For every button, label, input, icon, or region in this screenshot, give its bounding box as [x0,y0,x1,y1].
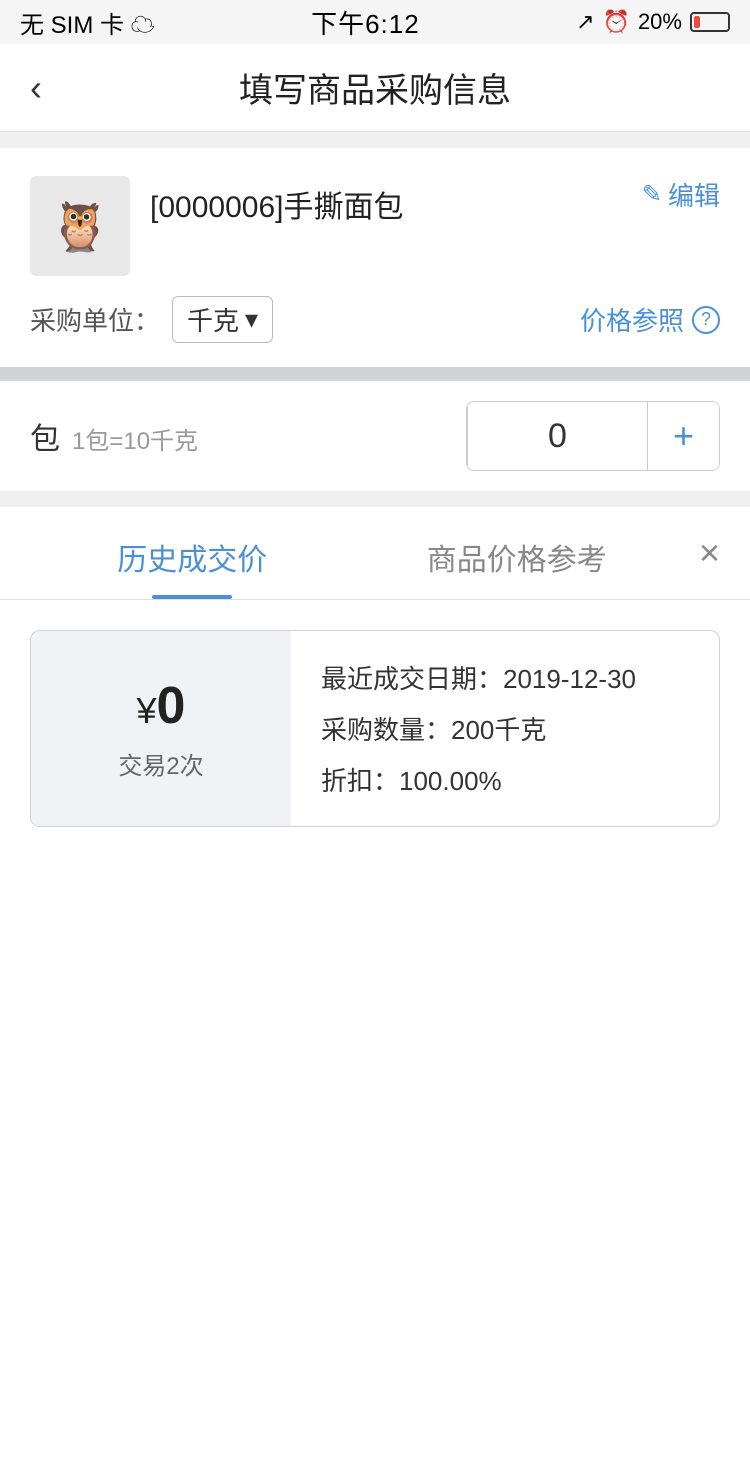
help-icon: ? [692,306,720,334]
card-quantity-row: 采购数量：200千克 [321,710,689,747]
price-symbol: ¥ [137,690,157,731]
edit-button[interactable]: ✎ 编辑 [642,176,720,213]
edit-icon: ✎ [642,180,662,209]
battery-percent: 20% [638,9,682,35]
price-value: 0 [157,677,186,735]
edit-label: 编辑 [668,176,720,213]
tabs-section: 历史成交价 商品价格参考 × [0,507,750,600]
nav-bar: ‹ 填写商品采购信息 [0,44,750,132]
purchase-unit-left: 采购单位： 千克 ▾ [30,296,273,343]
discount-value: 100.00% [399,766,502,796]
unit-dropdown[interactable]: 千克 ▾ [172,296,273,343]
recent-date-value: 2019-12-30 [503,664,636,694]
card-recent-date-row: 最近成交日期：2019-12-30 [321,659,689,696]
back-button[interactable]: ‹ [30,67,42,109]
tab-history-price[interactable]: 历史成交价 [30,507,354,599]
card-price-section: ¥0 交易2次 [31,631,291,826]
quantity-value: 200千克 [451,715,546,745]
product-thumbnail: 🦉 [30,176,130,276]
quantity-label: 包 1包=10千克 [30,414,198,458]
unit-value: 千克 [187,301,239,338]
card-transactions: 交易2次 [118,746,203,781]
dropdown-arrow-icon: ▾ [245,304,258,335]
quantity-section: 包 1包=10千克 0 + [0,381,750,491]
quantity-plus-button[interactable]: + [647,402,719,470]
history-content: ¥0 交易2次 最近成交日期：2019-12-30 采购数量：200千克 折扣：… [0,600,750,857]
card-details-section: 最近成交日期：2019-12-30 采购数量：200千克 折扣：100.00% [291,631,719,826]
status-time: 下午6:12 [311,4,420,41]
quantity-input[interactable]: 0 [467,402,647,470]
product-section: 🦉 [0000006]手撕面包 ✎ 编辑 采购单位： 千克 ▾ 价格参照 ? [0,148,750,367]
status-left: 无 SIM 卡 ☁ [20,5,155,40]
status-bar: 无 SIM 卡 ☁ 下午6:12 ↗ ⏰ 20% [0,0,750,44]
tabs-close-button[interactable]: × [679,515,720,591]
price-reference-link[interactable]: 价格参照 ? [580,301,720,338]
quantity-label: 采购数量： [321,715,451,745]
price-ref-label: 价格参照 [580,301,684,338]
card-discount-row: 折扣：100.00% [321,761,689,798]
battery-icon [690,12,730,32]
tab-product-price-ref[interactable]: 商品价格参考 [354,507,678,599]
history-card: ¥0 交易2次 最近成交日期：2019-12-30 采购数量：200千克 折扣：… [30,630,720,827]
product-name: [0000006]手撕面包 [150,176,403,226]
status-right: ↗ ⏰ 20% [576,9,730,35]
quantity-unit-label: 包 [30,414,60,458]
recent-date-label: 最近成交日期： [321,664,503,694]
location-icon: ↗ [576,9,594,35]
quantity-conversion-label: 1包=10千克 [72,421,198,456]
quantity-control: 0 + [466,401,720,471]
purchase-unit-row: 采购单位： 千克 ▾ 价格参照 ? [30,296,720,343]
sim-wifi-label: 无 SIM 卡 ☁ [20,5,155,40]
bottom-space [0,857,750,1457]
tabs-header: 历史成交价 商品价格参考 × [0,507,750,599]
product-info-left: 🦉 [0000006]手撕面包 [30,176,403,276]
product-logo-icon: 🦉 [50,198,110,255]
section-divider [0,367,750,381]
alarm-icon: ⏰ [603,9,630,35]
card-price: ¥0 [137,676,186,736]
purchase-unit-label: 采购单位： [30,301,160,338]
page-title: 填写商品采购信息 [239,63,511,112]
product-header: 🦉 [0000006]手撕面包 ✎ 编辑 [30,176,720,276]
discount-label: 折扣： [321,766,399,796]
